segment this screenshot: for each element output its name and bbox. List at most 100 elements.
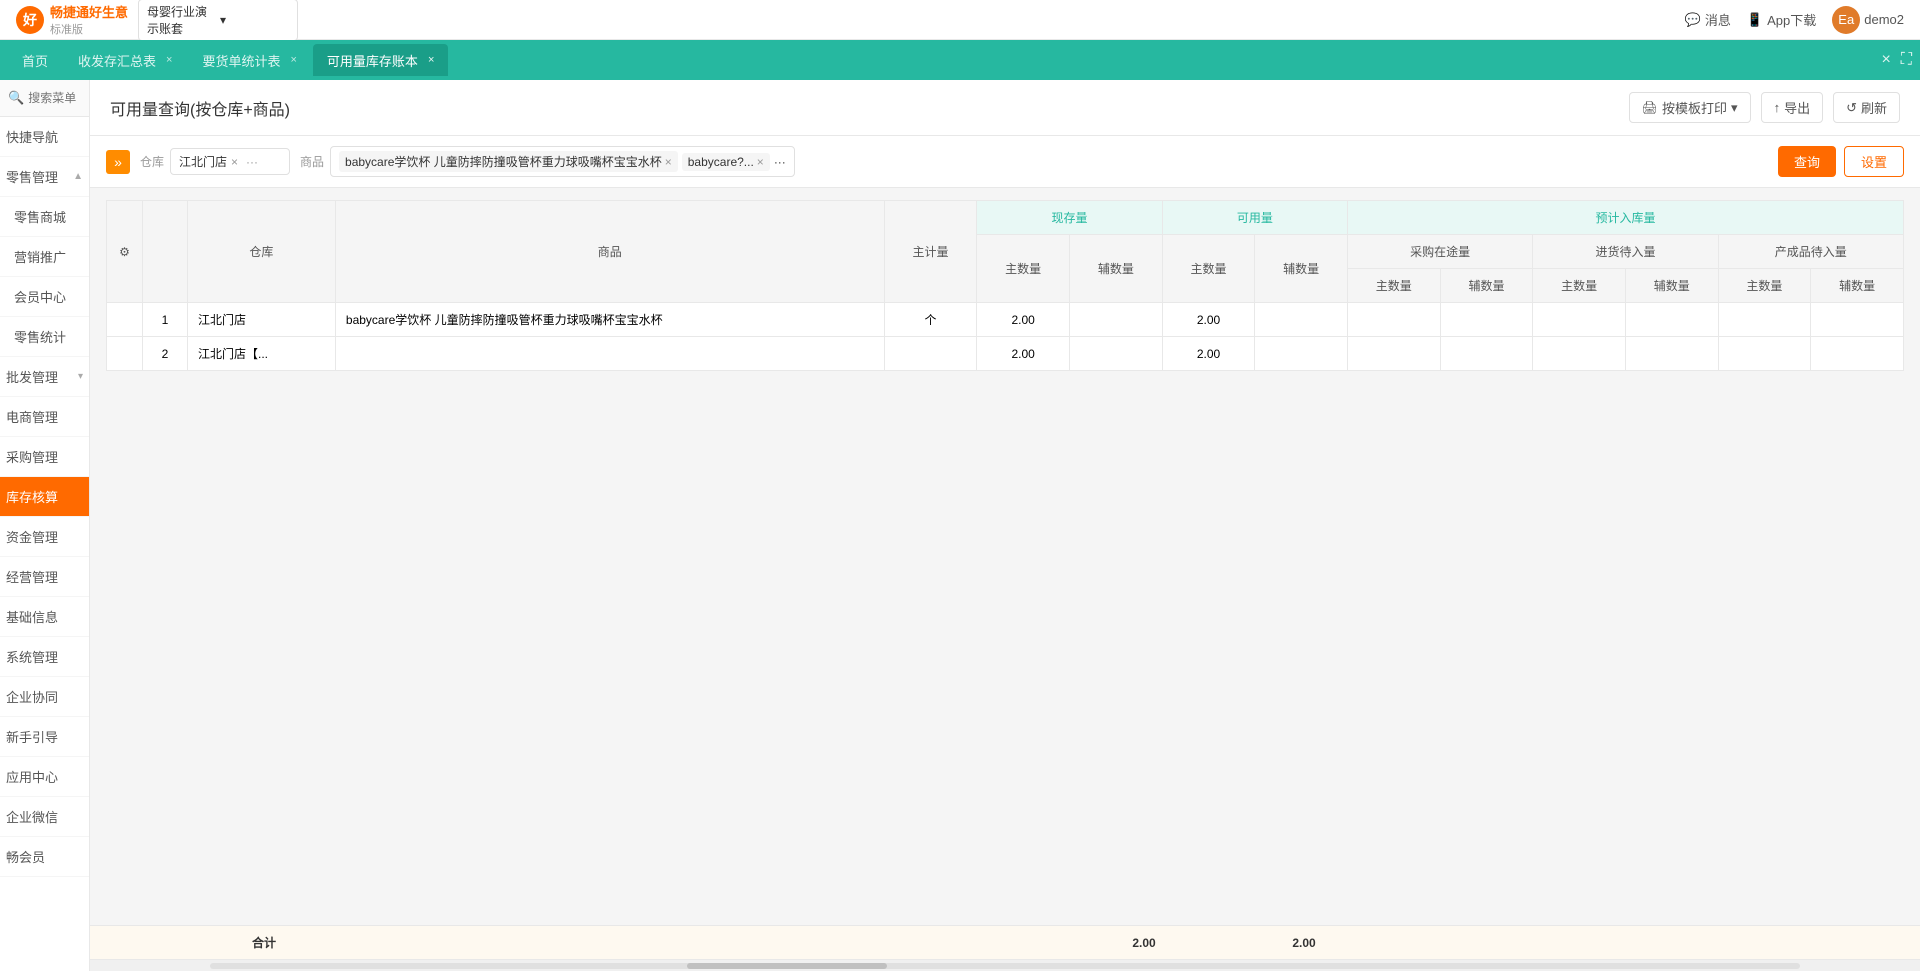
app-icon: 📱 bbox=[1747, 12, 1763, 28]
query-btn[interactable]: 查询 bbox=[1778, 146, 1836, 177]
close-tab-receivable[interactable]: × bbox=[166, 54, 172, 66]
message-btn[interactable]: 💬 消息 bbox=[1685, 10, 1731, 29]
sidebar-item-enterprise-collab[interactable]: 企业协同 bbox=[0, 677, 89, 717]
settings-col-header[interactable]: ⚙ bbox=[107, 201, 143, 303]
sidebar-item-basic-info-label: 基础信息 bbox=[6, 607, 58, 626]
print-label: 按模板打印 bbox=[1662, 98, 1727, 117]
remove-product-tag-1[interactable]: × bbox=[665, 155, 672, 169]
close-tab-available-stock[interactable]: × bbox=[428, 54, 434, 66]
expand-btn[interactable]: ⛶ bbox=[1901, 51, 1912, 69]
sidebar-nav: 快捷导航 零售管理 ▲ 零售商城 营销推广 会员中心 零售统计 批发管理 ▾ bbox=[0, 117, 89, 877]
tab-receivable-summary[interactable]: 收发存汇总表 × bbox=[64, 44, 186, 76]
footer-total-label: 合计 bbox=[252, 934, 1044, 951]
sidebar-item-operations[interactable]: 经营管理 bbox=[0, 557, 89, 597]
sidebar-item-new-guide[interactable]: 新手引导 bbox=[0, 717, 89, 757]
row-product-sub-cell bbox=[1811, 337, 1904, 371]
user-name: demo2 bbox=[1864, 12, 1904, 27]
row-warehouse-cell: 江北门店 bbox=[187, 303, 335, 337]
sidebar-item-member-center[interactable]: 会员中心 bbox=[0, 277, 89, 317]
sidebar-item-system-mgmt[interactable]: 系统管理 bbox=[0, 637, 89, 677]
print-icon: 🖨 bbox=[1642, 100, 1659, 116]
search-input[interactable] bbox=[28, 91, 81, 105]
sidebar-item-marketing[interactable]: 营销推广 bbox=[0, 237, 89, 277]
product-main-header: 主数量 bbox=[1718, 269, 1811, 303]
message-label: 消息 bbox=[1705, 10, 1731, 29]
sidebar-item-retail-stats-label: 零售统计 bbox=[14, 327, 66, 346]
row-settings-cell bbox=[107, 303, 143, 337]
logo-sub: 标准版 bbox=[50, 21, 128, 37]
refresh-btn[interactable]: ↺ 刷新 bbox=[1833, 92, 1900, 123]
horizontal-scrollbar[interactable] bbox=[90, 959, 1920, 971]
row-avail-main-cell: 2.00 bbox=[1162, 303, 1255, 337]
sidebar-search-area[interactable]: 🔍 bbox=[0, 80, 89, 117]
row-product-main-cell bbox=[1718, 337, 1811, 371]
close-all-tabs-btn[interactable]: × bbox=[1881, 51, 1890, 69]
scroll-thumb[interactable] bbox=[687, 963, 887, 969]
sidebar-item-inventory-label: 库存核算 bbox=[6, 487, 58, 506]
avail-main-header: 主数量 bbox=[1162, 235, 1255, 303]
tab-home-label: 首页 bbox=[22, 51, 48, 70]
sidebar-item-finance[interactable]: 资金管理 bbox=[0, 517, 89, 557]
settings-btn[interactable]: 设置 bbox=[1844, 146, 1904, 177]
sidebar-item-retail-mall[interactable]: 零售商城 bbox=[0, 197, 89, 237]
tab-home[interactable]: 首页 bbox=[8, 44, 62, 76]
page-title: 可用量查询(按仓库+商品) bbox=[110, 96, 290, 120]
filter-toggle-btn[interactable]: » bbox=[106, 150, 130, 174]
sidebar-item-purchase-mgmt[interactable]: 采购管理 bbox=[0, 437, 89, 477]
scroll-track bbox=[210, 963, 1800, 969]
sidebar-item-basic-info[interactable]: 基础信息 bbox=[0, 597, 89, 637]
purchase-transit-sub-header: 辅数量 bbox=[1440, 269, 1533, 303]
row-product-sub-cell bbox=[1811, 303, 1904, 337]
table-area: ⚙ 仓库 商品 主计量 现存量 可用量 预计入库量 主数量 辅数量 主数量 辅数… bbox=[90, 188, 1920, 925]
sidebar-item-inventory[interactable]: 库存核算 bbox=[0, 477, 89, 517]
sidebar-item-member[interactable]: 畅会员 bbox=[0, 837, 89, 877]
remove-warehouse-icon[interactable]: × bbox=[231, 155, 238, 169]
page-actions: 🖨 按模板打印 ▾ ↑ 导出 ↺ 刷新 bbox=[1629, 92, 1901, 123]
sidebar-item-app-center[interactable]: 应用中心 bbox=[0, 757, 89, 797]
sidebar-item-enterprise-wechat[interactable]: 企业微信 bbox=[0, 797, 89, 837]
product-sub-header: 辅数量 bbox=[1811, 269, 1904, 303]
row-product-cell bbox=[335, 337, 884, 371]
tab-receivable-summary-label: 收发存汇总表 bbox=[78, 51, 156, 70]
chevron-up-icon: ▲ bbox=[73, 171, 83, 182]
tab-available-stock[interactable]: 可用量库存账本 × bbox=[313, 44, 448, 76]
sidebar-item-retail-stats[interactable]: 零售统计 bbox=[0, 317, 89, 357]
product-filter-label: 商品 bbox=[300, 153, 324, 170]
sidebar-item-operations-label: 经营管理 bbox=[6, 567, 58, 586]
remove-product-tag-2[interactable]: × bbox=[757, 155, 764, 169]
product-tag-1-text: babycare学饮杯 儿童防摔防撞吸管杯重力球吸嘴杯宝宝水杯 bbox=[345, 153, 662, 170]
export-btn[interactable]: ↑ 导出 bbox=[1761, 92, 1824, 123]
logo-area: 好 畅捷通好生意 标准版 bbox=[16, 2, 128, 37]
nav-tabs: 首页 收发存汇总表 × 要货单统计表 × 可用量库存账本 × × ⛶ bbox=[0, 40, 1920, 80]
inbound-main-header: 主数量 bbox=[1533, 269, 1626, 303]
product-header: 商品 bbox=[335, 201, 884, 303]
sidebar-item-new-guide-label: 新手引导 bbox=[6, 727, 58, 746]
filter-more-btn[interactable]: ··· bbox=[774, 155, 786, 169]
data-table: ⚙ 仓库 商品 主计量 现存量 可用量 预计入库量 主数量 辅数量 主数量 辅数… bbox=[106, 200, 1904, 371]
warehouse-filter-value: 江北门店 bbox=[179, 153, 227, 170]
product-tag-2: babycare?... × bbox=[682, 153, 770, 171]
sidebar-item-finance-label: 资金管理 bbox=[6, 527, 58, 546]
row-avail-main-cell: 2.00 bbox=[1162, 337, 1255, 371]
print-btn[interactable]: 🖨 按模板打印 ▾ bbox=[1629, 92, 1751, 123]
store-selector-text: 母婴行业演示账套 bbox=[147, 3, 216, 37]
sidebar-item-retail-mgmt[interactable]: 零售管理 ▲ bbox=[0, 157, 89, 197]
store-selector[interactable]: 母婴行业演示账套 ▾ bbox=[138, 0, 298, 41]
product-tag-2-text: babycare?... bbox=[688, 155, 754, 169]
user-btn[interactable]: Ea demo2 bbox=[1832, 6, 1904, 34]
sidebar-item-ecommerce[interactable]: 电商管理 bbox=[0, 397, 89, 437]
stock-main-header: 主数量 bbox=[977, 235, 1070, 303]
more-warehouse-icon[interactable]: ··· bbox=[246, 155, 258, 169]
page-header: 可用量查询(按仓库+商品) 🖨 按模板打印 ▾ ↑ 导出 ↺ 刷新 bbox=[90, 80, 1920, 136]
close-tab-order-stats[interactable]: × bbox=[290, 54, 296, 66]
sidebar-item-wholesale-mgmt[interactable]: 批发管理 ▾ bbox=[0, 357, 89, 397]
chevron-down-icon: ▾ bbox=[78, 371, 83, 382]
product-filter-input[interactable]: babycare学饮杯 儿童防摔防撞吸管杯重力球吸嘴杯宝宝水杯 × babyca… bbox=[330, 146, 795, 177]
app-download-btn[interactable]: 📱 App下载 bbox=[1747, 10, 1816, 29]
sidebar-item-quick-nav[interactable]: 快捷导航 bbox=[0, 117, 89, 157]
nav-tabs-right: × ⛶ bbox=[1881, 51, 1912, 69]
warehouse-filter-input[interactable]: 江北门店 × ··· bbox=[170, 148, 290, 175]
row-stock-main-cell: 2.00 bbox=[977, 303, 1070, 337]
table-row: 1 江北门店 babycare学饮杯 儿童防摔防撞吸管杯重力球吸嘴杯宝宝水杯 个… bbox=[107, 303, 1904, 337]
tab-order-stats[interactable]: 要货单统计表 × bbox=[188, 44, 310, 76]
